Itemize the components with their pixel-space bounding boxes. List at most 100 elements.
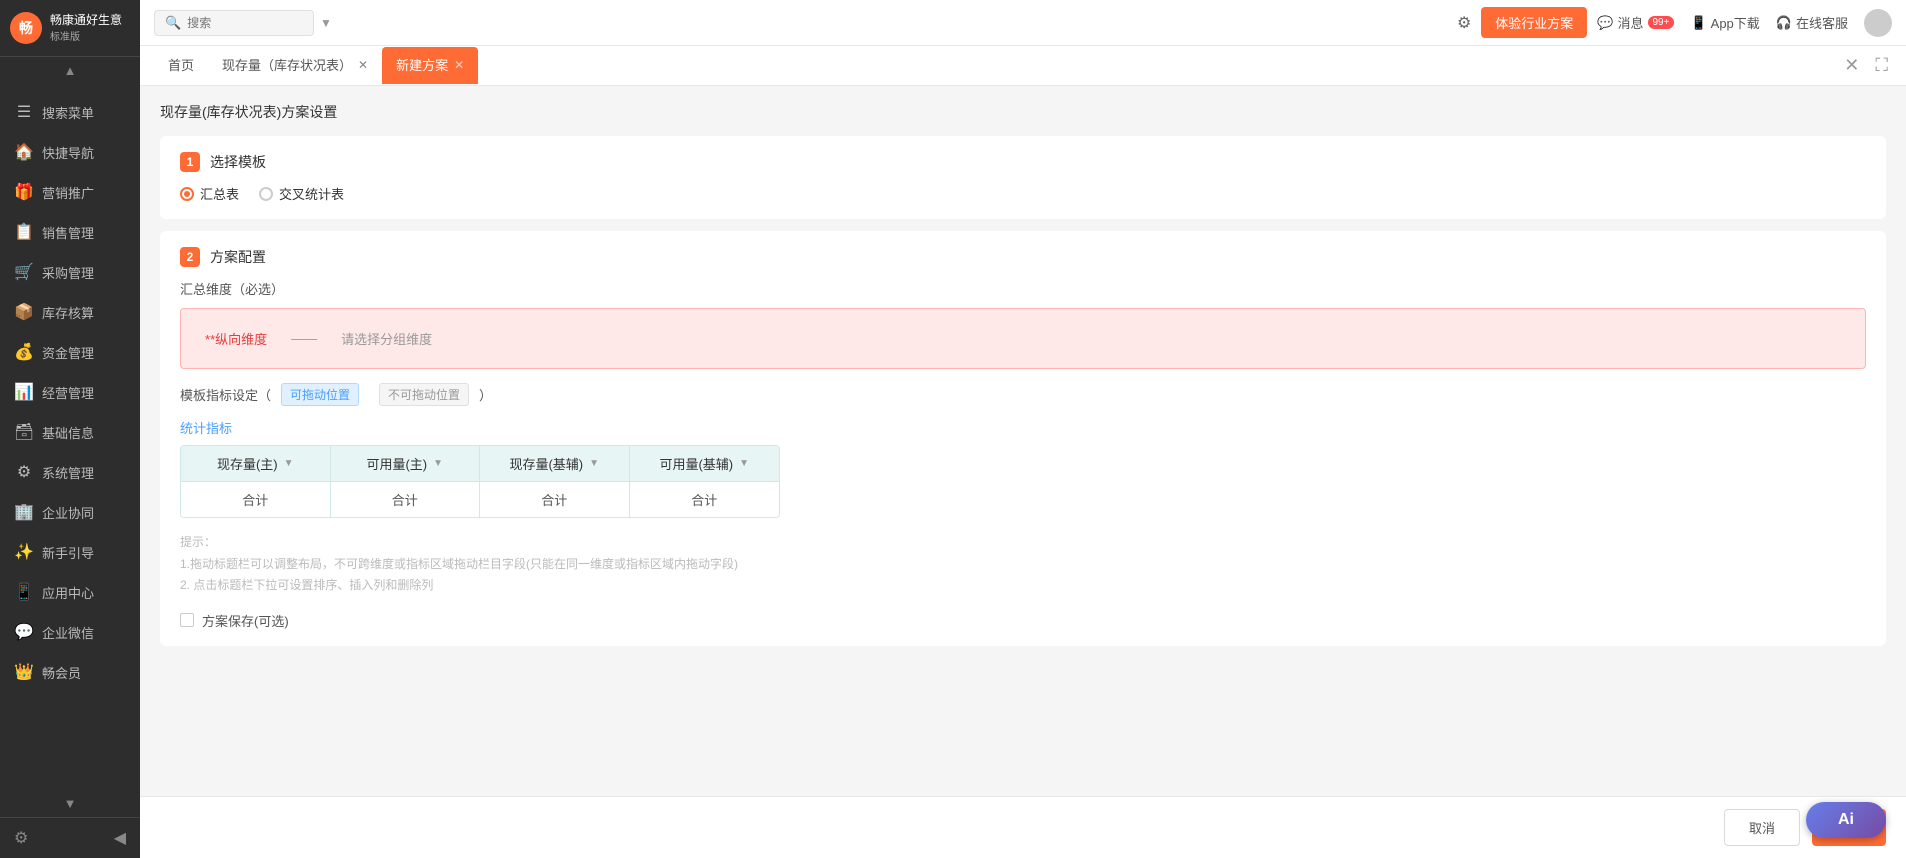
draggable-tag: 可拖动位置 — [281, 383, 359, 406]
sidebar-footer: ⚙ ◀ — [0, 817, 140, 858]
step1-label: 选择模板 — [210, 152, 266, 172]
sidebar-item-basic-info[interactable]: 🗃 基础信息 — [0, 412, 140, 452]
sidebar-item-app-center[interactable]: 📱 应用中心 — [0, 572, 140, 612]
cancel-button[interactable]: 取消 — [1724, 809, 1800, 846]
app-edition: 标准版 — [50, 28, 122, 43]
ai-float-label: Ai — [1838, 811, 1854, 829]
sidebar-item-inventory[interactable]: 📦 库存核算 — [0, 292, 140, 332]
database-icon: 🗃 — [14, 422, 34, 442]
cell-0-3: 合计 — [630, 482, 780, 517]
radio-summary[interactable]: 汇总表 — [180, 184, 239, 203]
sidebar-item-new-guide[interactable]: ✨ 新手引导 — [0, 532, 140, 572]
step2-badge: 2 — [180, 247, 200, 267]
col-current-main-chevron: ▼ — [284, 458, 294, 469]
sidebar-item-vip[interactable]: 👑 畅会员 — [0, 652, 140, 692]
vertical-dimension-label: **纵向维度 — [205, 329, 267, 348]
sidebar-item-wechat[interactable]: 💬 企业微信 — [0, 612, 140, 652]
home-icon: 🏠 — [14, 142, 34, 162]
col-available-base[interactable]: 可用量(基辅) ▼ — [630, 446, 780, 481]
trial-btn[interactable]: 体验行业方案 — [1481, 7, 1587, 38]
sidebar-item-label: 采购管理 — [42, 263, 94, 282]
page-title: 现存量(库存状况表)方案设置 — [160, 102, 1886, 122]
topbar-gear-icon[interactable]: ⚙ — [1457, 13, 1471, 33]
tips-section: 提示： 1.拖动标题栏可以调整布局，不可跨维度或指标区域拖动栏目字段(只能在同一… — [180, 532, 1866, 597]
message-icon: 💬 — [1597, 15, 1613, 31]
step1-header: 1 选择模板 — [180, 152, 1866, 172]
building-icon: 🏢 — [14, 502, 34, 522]
sidebar-item-operations[interactable]: 📊 经营管理 — [0, 372, 140, 412]
sidebar-item-enterprise[interactable]: 🏢 企业协同 — [0, 492, 140, 532]
tab-new-scheme-close-icon[interactable]: ✕ — [454, 58, 464, 72]
chart-icon: 📊 — [14, 382, 34, 402]
tab-new-scheme-label: 新建方案 — [396, 55, 448, 74]
collapse-icon[interactable]: ◀ — [114, 828, 126, 848]
action-bar: 取消 查询 — [140, 796, 1906, 858]
app-download-btn[interactable]: 📱 App下载 — [1690, 13, 1759, 32]
sidebar-item-purchase[interactable]: 🛒 采购管理 — [0, 252, 140, 292]
col-current-main[interactable]: 现存量(主) ▼ — [181, 446, 331, 481]
tab-home-label: 首页 — [168, 55, 194, 74]
tab-fullscreen-btn[interactable]: ⛶ — [1871, 55, 1892, 76]
message-btn[interactable]: 💬 消息 99+ — [1597, 13, 1674, 32]
col-available-main[interactable]: 可用量(主) ▼ — [331, 446, 481, 481]
tabs-right-actions: ✕ ⛶ — [1840, 55, 1892, 76]
settings-icon[interactable]: ⚙ — [14, 828, 28, 848]
sidebar-item-system[interactable]: ⚙ 系统管理 — [0, 452, 140, 492]
sidebar-item-label: 销售管理 — [42, 223, 94, 242]
col-current-base[interactable]: 现存量(基辅) ▼ — [480, 446, 630, 481]
radio-crosstab-circle — [259, 187, 273, 201]
radio-crosstab-label: 交叉统计表 — [279, 184, 344, 203]
app-download-label: App下载 — [1711, 13, 1760, 32]
tab-inventory-close-icon[interactable]: ✕ — [358, 58, 368, 72]
stats-table-row: 合计 合计 合计 合计 — [181, 481, 779, 517]
sidebar-scroll-up[interactable]: ▲ — [0, 57, 140, 84]
sidebar-item-label: 营销推广 — [42, 183, 94, 202]
sidebar-item-finance[interactable]: 💰 资金管理 — [0, 332, 140, 372]
online-service-btn[interactable]: 🎧 在线客服 — [1776, 13, 1848, 32]
sidebar-header: 畅 畅康通好生意 标准版 — [0, 0, 140, 57]
sidebar-item-label: 快捷导航 — [42, 143, 94, 162]
sidebar-item-label: 畅会员 — [42, 663, 81, 682]
tab-home[interactable]: 首页 — [154, 47, 208, 84]
cell-0-0: 合计 — [181, 482, 331, 517]
sidebar-item-label: 搜索菜单 — [42, 103, 94, 122]
stats-table-header: 现存量(主) ▼ 可用量(主) ▼ 现存量(基辅) ▼ 可用量(基辅) ▼ — [181, 446, 779, 481]
search-box[interactable]: 🔍 — [154, 10, 314, 36]
sidebar-item-label: 库存核算 — [42, 303, 94, 322]
topbar-dropdown-icon[interactable]: ▼ — [320, 16, 332, 30]
sales-icon: 📋 — [14, 222, 34, 242]
sidebar-nav: ☰ 搜索菜单 🏠 快捷导航 🎁 营销推广 📋 销售管理 🛒 采购管理 📦 库存核… — [0, 84, 140, 790]
mobile-icon: 📱 — [14, 582, 34, 602]
sidebar-item-label: 企业微信 — [42, 623, 94, 642]
radio-crosstab[interactable]: 交叉统计表 — [259, 184, 344, 203]
col-available-main-chevron: ▼ — [433, 458, 443, 469]
sidebar-item-sales[interactable]: 📋 销售管理 — [0, 212, 140, 252]
message-label: 消息 — [1617, 13, 1643, 32]
search-input[interactable] — [187, 16, 287, 30]
col-current-base-label: 现存量(基辅) — [509, 454, 583, 473]
sidebar-item-label: 企业协同 — [42, 503, 94, 522]
dimension-section-title: 汇总维度（必选） — [180, 279, 1866, 298]
sidebar-item-quick-nav[interactable]: 🏠 快捷导航 — [0, 132, 140, 172]
gift-icon: 🎁 — [14, 182, 34, 202]
ai-float-button[interactable]: Ai — [1806, 802, 1886, 838]
sidebar-scroll-down[interactable]: ▼ — [0, 790, 140, 817]
tips-item-1: 1.拖动标题栏可以调整布局，不可跨维度或指标区域拖动栏目字段(只能在同一维度或指… — [180, 554, 1866, 576]
tab-inventory-status[interactable]: 现存量（库存状况表） ✕ — [208, 47, 382, 84]
app-title-group: 畅康通好生意 标准版 — [50, 13, 122, 44]
sidebar-item-search[interactable]: ☰ 搜索菜单 — [0, 92, 140, 132]
indicator-settings: 模板指标设定（ 可拖动位置 不可拖动位置 ） — [180, 383, 1866, 406]
content-area: 现存量(库存状况表)方案设置 1 选择模板 汇总表 交叉统计表 2 — [140, 86, 1906, 796]
user-avatar[interactable] — [1864, 9, 1892, 37]
dimension-dash: —— — [291, 331, 317, 346]
save-checkbox[interactable] — [180, 613, 194, 627]
dimension-area[interactable]: **纵向维度 —— 请选择分组维度 — [180, 308, 1866, 369]
main-area: 🔍 ▼ ⚙ 体验行业方案 💬 消息 99+ 📱 App下载 🎧 在线客服 — [140, 0, 1906, 858]
sidebar-item-marketing[interactable]: 🎁 营销推广 — [0, 172, 140, 212]
col-available-main-label: 可用量(主) — [366, 454, 427, 473]
tab-new-scheme[interactable]: 新建方案 ✕ — [382, 47, 478, 84]
app-name: 畅康通好生意 — [50, 13, 122, 29]
tab-close-all-btn[interactable]: ✕ — [1840, 55, 1863, 76]
tab-inventory-label: 现存量（库存状况表） — [222, 55, 352, 74]
app-logo: 畅 — [10, 12, 42, 44]
